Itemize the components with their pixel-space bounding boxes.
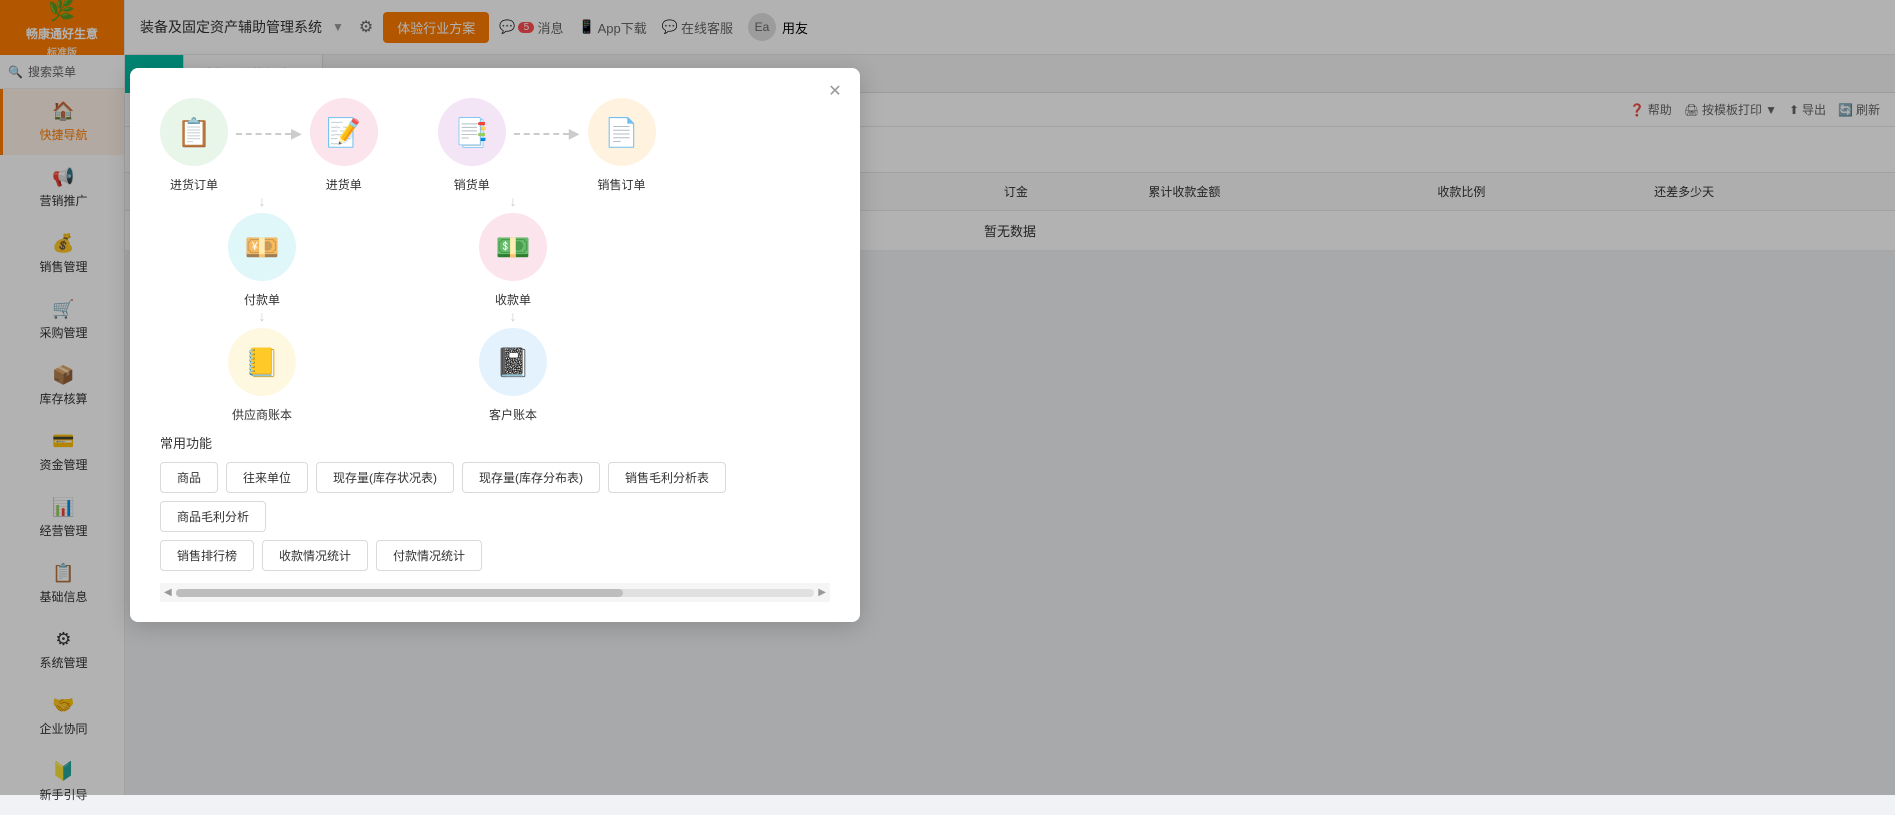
col-receipt: ↓ 💵 收款单 (479, 193, 547, 308)
flow-node-customer-ledger[interactable]: 📓 客户账本 (479, 328, 547, 423)
flow-row-1: 📋 进货订单 ▶ 📝 进货单 📑 (160, 98, 656, 193)
down-arrow-receipt: ↓ (510, 193, 517, 209)
func-btn-sales-ranking[interactable]: 销售排行榜 (160, 540, 254, 571)
func-btn-product-gross[interactable]: 商品毛利分析 (160, 501, 266, 532)
purchase-order-label: 进货订单 (170, 176, 218, 193)
col-payment: ↓ 💴 付款单 (228, 193, 296, 308)
sales-order-icon: 📄 (604, 116, 639, 149)
popup-close-btn[interactable]: ✕ (824, 80, 846, 102)
down-arrow-customer: ↓ (510, 308, 517, 324)
sales-receipt-icon: 📑 (454, 116, 489, 149)
func-btn-stock-status[interactable]: 现存量(库存状况表) (316, 462, 454, 493)
col-customer-ledger: ↓ 📓 客户账本 (479, 308, 547, 423)
scroll-right-arrow[interactable]: ▶ (818, 587, 826, 598)
payment-label: 付款单 (244, 291, 280, 308)
func-btn-product[interactable]: 商品 (160, 462, 218, 493)
payment-icon: 💴 (245, 231, 280, 264)
func-btn-stock-distribution[interactable]: 现存量(库存分布表) (462, 462, 600, 493)
flow-node-sales-receipt[interactable]: 📑 销货单 (438, 98, 506, 193)
receipt-label: 收款单 (495, 291, 531, 308)
sales-receipt-label: 销货单 (454, 176, 490, 193)
common-functions: 常用功能 商品 往来单位 现存量(库存状况表) 现存量(库存分布表) 销售毛利分… (160, 433, 830, 571)
flow-node-payment[interactable]: 💴 付款单 (228, 213, 296, 308)
func-btn-counterpart[interactable]: 往来单位 (226, 462, 308, 493)
common-title: 常用功能 (160, 433, 830, 452)
supplier-ledger-label: 供应商账本 (232, 406, 292, 423)
supplier-ledger-icon: 📒 (245, 346, 280, 379)
supplier-ledger-circle[interactable]: 📒 (228, 328, 296, 396)
function-buttons: 商品 往来单位 现存量(库存状况表) 现存量(库存分布表) 销售毛利分析表 商品… (160, 462, 830, 532)
purchase-order-circle[interactable]: 📋 (160, 98, 228, 166)
col-supplier-ledger: ↓ 📒 供应商账本 (228, 308, 296, 423)
payment-circle[interactable]: 💴 (228, 213, 296, 281)
purchase-receipt-icon: 📝 (326, 116, 361, 149)
scroll-thumb (176, 589, 623, 597)
customer-ledger-label: 客户账本 (489, 406, 537, 423)
arrow-sales-to-receipt: ▶ (514, 125, 580, 142)
receipt-icon: 💵 (496, 231, 531, 264)
scroll-bar: ◀ ▶ (160, 583, 830, 602)
func-btn-payment-stats[interactable]: 付款情况统计 (376, 540, 482, 571)
scroll-track[interactable] (176, 589, 815, 597)
flow-node-purchase-receipt[interactable]: 📝 进货单 (310, 98, 378, 193)
flow-row-2: ↓ 💴 付款单 ↓ 💵 (160, 193, 547, 308)
flow-node-supplier-ledger[interactable]: 📒 供应商账本 (228, 328, 296, 423)
flow-diagram: 📋 进货订单 ▶ 📝 进货单 📑 (160, 98, 830, 423)
flow-node-receipt[interactable]: 💵 收款单 (479, 213, 547, 308)
receipt-circle[interactable]: 💵 (479, 213, 547, 281)
customer-ledger-circle[interactable]: 📓 (479, 328, 547, 396)
flow-node-sales-order[interactable]: 📄 销售订单 (588, 98, 656, 193)
func-btn-gross-profit-analysis[interactable]: 销售毛利分析表 (608, 462, 726, 493)
scroll-left-arrow[interactable]: ◀ (164, 587, 172, 598)
purchase-order-icon: 📋 (177, 116, 212, 149)
popup-card: ✕ 📋 进货订单 ▶ 📝 进货单 (130, 68, 860, 622)
sales-receipt-circle[interactable]: 📑 (438, 98, 506, 166)
sales-order-circle[interactable]: 📄 (588, 98, 656, 166)
down-arrow-payment: ↓ (259, 193, 266, 209)
purchase-receipt-label: 进货单 (326, 176, 362, 193)
sales-order-label: 销售订单 (598, 176, 646, 193)
flow-row-3: ↓ 📒 供应商账本 ↓ 📓 客户账本 (160, 308, 547, 423)
purchase-receipt-circle[interactable]: 📝 (310, 98, 378, 166)
flow-node-purchase-order[interactable]: 📋 进货订单 (160, 98, 228, 193)
function-buttons-row2: 销售排行榜 收款情况统计 付款情况统计 (160, 540, 830, 571)
func-btn-receipt-stats[interactable]: 收款情况统计 (262, 540, 368, 571)
arrow-purchase-to-receipt: ▶ (236, 125, 302, 142)
customer-ledger-icon: 📓 (496, 346, 531, 379)
down-arrow-supplier: ↓ (259, 308, 266, 324)
